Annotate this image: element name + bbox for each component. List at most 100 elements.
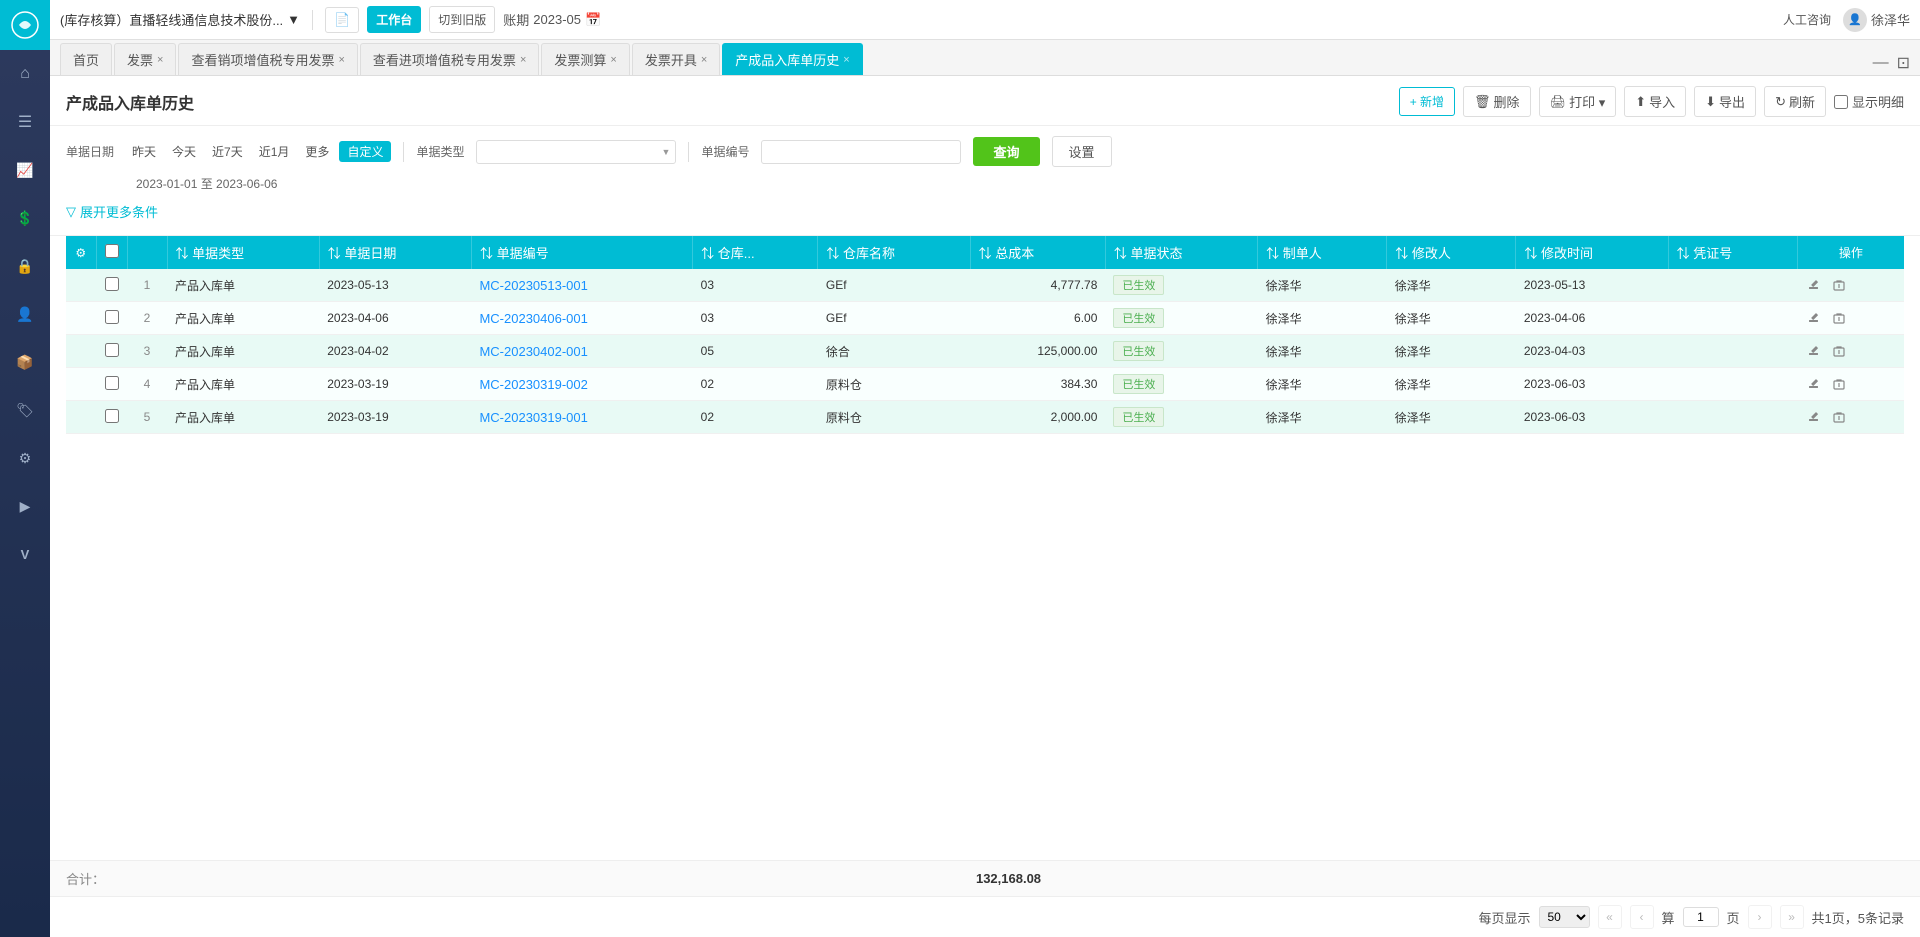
tab-invoice[interactable]: 发票 × <box>114 43 176 75</box>
tab-invoice-close[interactable]: × <box>157 54 163 66</box>
th-number[interactable]: ⇅ 单据编号 <box>471 236 692 269</box>
tab-invoice-issue[interactable]: 发票开具 × <box>632 43 720 75</box>
th-status[interactable]: ⇅ 单据状态 <box>1105 236 1257 269</box>
app-logo[interactable] <box>0 0 50 50</box>
user-menu[interactable]: 👤 徐泽华 <box>1843 8 1910 32</box>
sidebar-item-stamp[interactable]: 🏷 <box>0 386 50 434</box>
select-all-checkbox[interactable] <box>105 244 119 258</box>
tab-invoice-calc[interactable]: 发票测算 × <box>541 43 629 75</box>
sidebar-item-home[interactable]: ⌂ <box>0 50 50 98</box>
type-select[interactable] <box>476 140 676 164</box>
setting-btn[interactable]: 设置 <box>1052 136 1112 167</box>
sidebar-item-version[interactable]: V <box>0 530 50 578</box>
td-checkbox-1[interactable] <box>96 302 127 335</box>
th-checkbox[interactable] <box>96 236 127 269</box>
shortcut-custom[interactable]: 自定义 <box>339 141 391 162</box>
sidebar-item-settings[interactable]: ⚙ <box>0 434 50 482</box>
th-date[interactable]: ⇅ 单据日期 <box>319 236 471 269</box>
row-checkbox-2[interactable] <box>105 343 119 357</box>
row-checkbox-1[interactable] <box>105 310 119 324</box>
window-minimize-btn[interactable]: — <box>1873 54 1889 72</box>
sidebar-item-finance[interactable]: 💲 <box>0 194 50 242</box>
op-delete-0[interactable] <box>1829 275 1849 295</box>
show-detail-checkbox[interactable] <box>1834 95 1848 109</box>
per-page-select[interactable]: 50 20 100 <box>1539 906 1590 928</box>
tab-purchase-vat[interactable]: 查看进项增值税专用发票 × <box>360 43 539 75</box>
op-edit-1[interactable] <box>1805 308 1825 328</box>
sidebar-item-lock[interactable]: 🔒 <box>0 242 50 290</box>
th-total-cost[interactable]: ⇅ 总成本 <box>970 236 1105 269</box>
th-creator[interactable]: ⇅ 制单人 <box>1258 236 1387 269</box>
row-checkbox-4[interactable] <box>105 409 119 423</box>
td-number-3[interactable]: MC-20230319-002 <box>471 368 692 401</box>
last-page-btn[interactable]: » <box>1780 905 1804 929</box>
window-maximize-btn[interactable]: ⊡ <box>1897 53 1910 73</box>
td-number-2[interactable]: MC-20230402-001 <box>471 335 692 368</box>
workbench-btn[interactable]: 工作台 <box>367 6 421 33</box>
tab-product-history[interactable]: 产成品入库单历史 × <box>722 43 862 75</box>
tab-invoice-issue-close[interactable]: × <box>701 54 707 66</box>
query-btn[interactable]: 查询 <box>973 137 1039 166</box>
tab-sales-vat-close[interactable]: × <box>338 54 344 66</box>
th-type[interactable]: ⇅ 单据类型 <box>167 236 319 269</box>
new-btn[interactable]: + 新增 <box>1399 87 1455 116</box>
td-checkbox-2[interactable] <box>96 335 127 368</box>
period-calendar-icon[interactable]: 📅 <box>585 12 601 28</box>
th-voucher[interactable]: ⇅ 凭证号 <box>1668 236 1797 269</box>
number-link-4[interactable]: MC-20230319-001 <box>479 410 587 425</box>
next-page-btn[interactable]: › <box>1748 905 1772 929</box>
op-edit-2[interactable] <box>1805 341 1825 361</box>
document-btn[interactable]: 📄 <box>325 7 359 33</box>
shortcut-more[interactable]: 更多 <box>299 141 335 162</box>
tab-purchase-vat-close[interactable]: × <box>520 54 526 66</box>
delete-btn[interactable]: 🗑 删除 <box>1463 86 1531 117</box>
show-detail-toggle[interactable]: 显示明细 <box>1834 92 1904 111</box>
export-btn[interactable]: ⬇ 导出 <box>1694 86 1756 117</box>
sidebar-item-chart[interactable]: 📈 <box>0 146 50 194</box>
td-number-0[interactable]: MC-20230513-001 <box>471 269 692 302</box>
number-link-2[interactable]: MC-20230402-001 <box>479 344 587 359</box>
td-checkbox-0[interactable] <box>96 269 127 302</box>
op-edit-4[interactable] <box>1805 407 1825 427</box>
row-checkbox-3[interactable] <box>105 376 119 390</box>
first-page-btn[interactable]: « <box>1598 905 1622 929</box>
td-checkbox-4[interactable] <box>96 401 127 434</box>
sidebar-item-inventory[interactable]: 📦 <box>0 338 50 386</box>
op-edit-0[interactable] <box>1805 275 1825 295</box>
shortcut-today[interactable]: 今天 <box>166 141 202 162</box>
goto-old-btn[interactable]: 切到旧版 <box>429 6 495 33</box>
import-btn[interactable]: ⬆ 导入 <box>1624 86 1686 117</box>
row-checkbox-0[interactable] <box>105 277 119 291</box>
prev-page-btn[interactable]: ‹ <box>1630 905 1654 929</box>
tab-sales-vat[interactable]: 查看销项增值税专用发票 × <box>178 43 357 75</box>
op-delete-4[interactable] <box>1829 407 1849 427</box>
company-selector[interactable]: (库存核算）直播轻线通信息技术股份... ▼ <box>60 10 300 29</box>
number-filter-input[interactable] <box>761 140 961 164</box>
tab-invoice-calc-close[interactable]: × <box>610 54 616 66</box>
number-link-1[interactable]: MC-20230406-001 <box>479 311 587 326</box>
shortcut-yesterday[interactable]: 昨天 <box>126 141 162 162</box>
number-link-0[interactable]: MC-20230513-001 <box>479 278 587 293</box>
th-warehouse-name[interactable]: ⇅ 仓库名称 <box>818 236 970 269</box>
tab-home[interactable]: 首页 <box>60 43 112 75</box>
sidebar-item-people[interactable]: 👤 <box>0 290 50 338</box>
shortcut-7days[interactable]: 近7天 <box>206 141 249 162</box>
expand-conditions-btn[interactable]: ▽ 展开更多条件 <box>66 198 1904 225</box>
refresh-btn[interactable]: ↻ 刷新 <box>1764 86 1826 117</box>
sidebar-item-play[interactable]: ▶ <box>0 482 50 530</box>
sidebar-item-doc[interactable]: ☰ <box>0 98 50 146</box>
shortcut-1month[interactable]: 近1月 <box>253 141 296 162</box>
tab-product-history-close[interactable]: × <box>843 54 849 66</box>
op-delete-1[interactable] <box>1829 308 1849 328</box>
op-edit-3[interactable] <box>1805 374 1825 394</box>
td-number-4[interactable]: MC-20230319-001 <box>471 401 692 434</box>
th-modifier[interactable]: ⇅ 修改人 <box>1387 236 1516 269</box>
td-checkbox-3[interactable] <box>96 368 127 401</box>
support-btn[interactable]: 人工咨询 <box>1783 11 1831 28</box>
op-delete-2[interactable] <box>1829 341 1849 361</box>
th-settings[interactable]: ⚙ <box>66 236 96 269</box>
print-btn[interactable]: 🖨 打印 ▾ <box>1539 86 1617 117</box>
td-number-1[interactable]: MC-20230406-001 <box>471 302 692 335</box>
current-page-input[interactable] <box>1683 907 1719 927</box>
number-link-3[interactable]: MC-20230319-002 <box>479 377 587 392</box>
